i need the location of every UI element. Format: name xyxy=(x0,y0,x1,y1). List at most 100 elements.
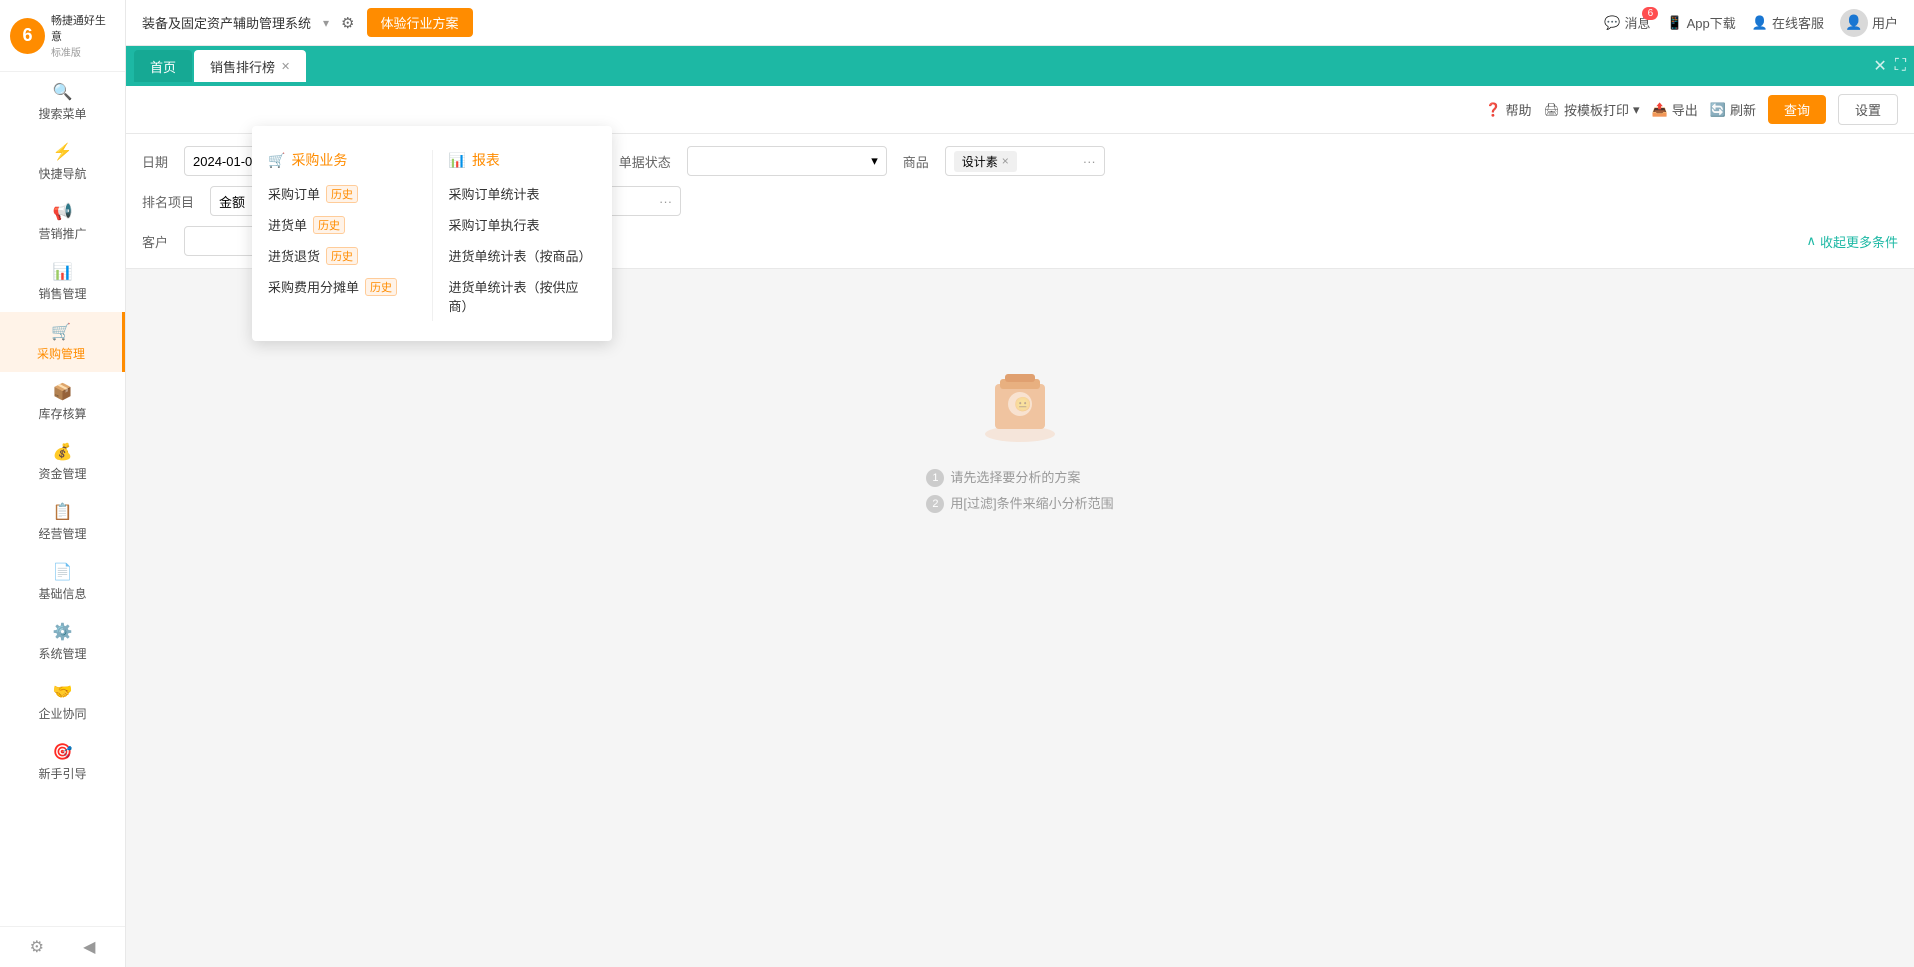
user-avatar: 👤 xyxy=(1840,9,1868,37)
purchase-expense-item[interactable]: 采购费用分摊单 历史 xyxy=(268,271,416,302)
export-button[interactable]: 📤 导出 xyxy=(1652,100,1698,119)
logo-text: 畅捷通好生意 标准版 xyxy=(51,12,115,59)
sidebar-item-marketing[interactable]: 📢 营销推广 xyxy=(0,192,125,252)
purchase-expense-history-badge: 历史 xyxy=(365,278,397,296)
topbar-right: 💬 消息 6 📱 App下载 👤 在线客服 👤 用户 xyxy=(1604,9,1898,37)
empty-step-1: 1 请先选择要分析的方案 xyxy=(926,465,1113,491)
operations-icon: 📋 xyxy=(53,502,73,522)
settings-form-button[interactable]: 设置 xyxy=(1838,94,1898,125)
goods-tag: 设计素 × xyxy=(954,151,1017,172)
goods-tag-close[interactable]: × xyxy=(1002,154,1009,168)
collapse-icon: ∧ xyxy=(1806,233,1816,249)
rank-label: 排名项目 xyxy=(142,192,194,211)
purchase-menu-icon: 🛒 xyxy=(268,152,285,169)
logo-icon: 6 xyxy=(10,18,45,54)
inventory-icon: 📦 xyxy=(53,382,73,402)
system-icon: ⚙️ xyxy=(53,622,73,642)
mobile-icon: 📱 xyxy=(1666,15,1682,31)
purchase-menu-section: 🛒 采购业务 采购订单 历史 进货单 历史 xyxy=(268,150,416,321)
tab-home[interactable]: 首页 xyxy=(134,50,192,82)
sidebar-item-purchase[interactable]: 🛒 采购管理 xyxy=(0,312,125,372)
purchase-order-stats-item[interactable]: 采购订单统计表 xyxy=(449,178,597,209)
sidebar-item-operations[interactable]: 📋 经营管理 xyxy=(0,492,125,552)
tab-sales-rank-close[interactable]: ✕ xyxy=(281,60,290,73)
goods-select[interactable]: 设计素 × ··· xyxy=(945,146,1105,176)
sidebar-item-search[interactable]: 🔍 搜索菜单 xyxy=(0,72,125,132)
print-button[interactable]: 🖨 按模板打印 ▾ xyxy=(1544,100,1640,119)
system-title: 装备及固定资产辅助管理系统 xyxy=(142,13,311,32)
purchase-menu-items: 采购订单 历史 进货单 历史 进货退货 历史 xyxy=(268,178,416,302)
doc-status-label: 单据状态 xyxy=(619,152,671,171)
report-menu-section: 📊 报表 采购订单统计表 采购订单执行表 进货单统计表（按商品） xyxy=(449,150,597,321)
stock-in-item[interactable]: 进货单 历史 xyxy=(268,209,416,240)
stock-in-stats-supplier-item[interactable]: 进货单统计表（按供应商） xyxy=(449,271,597,321)
refresh-button[interactable]: 🔄 刷新 xyxy=(1710,100,1756,119)
top-bar: 装备及固定资产辅助管理系统 ▾ ⚙ 体验行业方案 💬 消息 6 📱 App下载 … xyxy=(126,0,1914,46)
stock-in-stats-goods-item[interactable]: 进货单统计表（按商品） xyxy=(449,240,597,271)
logo: 6 畅捷通好生意 标准版 xyxy=(0,0,125,72)
quick-nav-icon: ⚡ xyxy=(53,142,73,162)
app-download-button[interactable]: 📱 App下载 xyxy=(1666,13,1735,32)
empty-text: 1 请先选择要分析的方案 2 用[过滤]条件来缩小分析范围 xyxy=(926,465,1113,517)
settings-button[interactable]: ⚙ xyxy=(30,937,44,957)
tab-close-all-icon[interactable]: ✕ xyxy=(1873,56,1886,76)
collapse-sidebar-button[interactable]: ◀ xyxy=(83,937,95,957)
customer-label: 客户 xyxy=(142,232,168,251)
tab-sales-rank[interactable]: 销售排行榜 ✕ xyxy=(194,50,306,82)
topbar-gear-icon[interactable]: ⚙ xyxy=(341,14,354,32)
industry-button[interactable]: 体验行业方案 xyxy=(367,8,473,37)
refresh-icon: 🔄 xyxy=(1710,102,1726,118)
base-info-icon: 📄 xyxy=(53,562,73,582)
sidebar-bottom: ⚙ ◀ xyxy=(0,926,125,967)
message-icon: 💬 xyxy=(1604,15,1620,31)
doc-status-chevron-icon: ▾ xyxy=(871,153,878,169)
sidebar-item-inventory[interactable]: 📦 库存核算 xyxy=(0,372,125,432)
purchase-order-exec-item[interactable]: 采购订单执行表 xyxy=(449,209,597,240)
export-icon: 📤 xyxy=(1652,102,1668,118)
sidebar-item-finance[interactable]: 💰 资金管理 xyxy=(0,432,125,492)
rank-value: 金额 xyxy=(219,192,245,211)
sidebar-item-sales[interactable]: 📊 销售管理 xyxy=(0,252,125,312)
doc-status-select[interactable]: ▾ xyxy=(687,146,887,176)
sidebar-item-quick-nav[interactable]: ⚡ 快捷导航 xyxy=(0,132,125,192)
sales-icon: 📊 xyxy=(53,262,73,282)
purchase-section-title: 🛒 采购业务 xyxy=(268,150,416,170)
tab-maximize-icon[interactable]: ⛶ xyxy=(1895,57,1906,75)
help-button[interactable]: ❓ 帮助 xyxy=(1485,100,1531,119)
purchase-order-history-badge: 历史 xyxy=(326,185,358,203)
date-label: 日期 xyxy=(142,152,168,171)
empty-illustration: 😐 xyxy=(970,349,1070,449)
sidebar-nav: 🔍 搜索菜单 ⚡ 快捷导航 📢 营销推广 📊 销售管理 🛒 采购管理 📦 xyxy=(0,72,125,926)
empty-step-2: 2 用[过滤]条件来缩小分析范围 xyxy=(926,491,1113,517)
sidebar: 6 畅捷通好生意 标准版 🔍 搜索菜单 ⚡ 快捷导航 📢 营销推广 📊 销 xyxy=(0,0,126,967)
marketing-icon: 📢 xyxy=(53,202,73,222)
report-section-title: 📊 报表 xyxy=(449,150,597,170)
query-button[interactable]: 查询 xyxy=(1768,95,1826,124)
message-badge: 6 xyxy=(1642,7,1658,20)
salesperson-more-icon: ··· xyxy=(659,194,672,209)
message-button[interactable]: 💬 消息 6 xyxy=(1604,13,1650,32)
topbar-chevron-icon[interactable]: ▾ xyxy=(323,16,329,30)
print-icon: 🖨 xyxy=(1544,102,1561,118)
service-icon: 👤 xyxy=(1752,15,1768,31)
stock-return-item[interactable]: 进货退货 历史 xyxy=(268,240,416,271)
finance-icon: 💰 xyxy=(53,442,73,462)
report-menu-items: 采购订单统计表 采购订单执行表 进货单统计表（按商品） 进货单统计表（按供应商） xyxy=(449,178,597,321)
sidebar-item-enterprise[interactable]: 🤝 企业协同 xyxy=(0,672,125,732)
purchase-order-item[interactable]: 采购订单 历史 xyxy=(268,178,416,209)
sidebar-item-base-info[interactable]: 📄 基础信息 xyxy=(0,552,125,612)
stock-in-history-badge: 历史 xyxy=(313,216,345,234)
main-content: 装备及固定资产辅助管理系统 ▾ ⚙ 体验行业方案 💬 消息 6 📱 App下载 … xyxy=(126,0,1914,967)
tab-bar: 首页 销售排行榜 ✕ ✕ ⛶ xyxy=(126,46,1914,86)
online-service-button[interactable]: 👤 在线客服 xyxy=(1752,13,1824,32)
goods-label: 商品 xyxy=(903,152,929,171)
print-chevron-icon: ▾ xyxy=(1633,102,1640,118)
collapse-filter-button[interactable]: ∧ 收起更多条件 xyxy=(1806,232,1898,251)
purchase-icon: 🛒 xyxy=(51,322,71,342)
sidebar-item-system[interactable]: ⚙️ 系统管理 xyxy=(0,612,125,672)
page-content: ❓ 帮助 🖨 按模板打印 ▾ 📤 导出 🔄 刷新 查询 设置 xyxy=(126,86,1914,967)
tab-sales-rank-label: 销售排行榜 xyxy=(210,57,275,76)
user-button[interactable]: 👤 用户 xyxy=(1840,9,1898,37)
sidebar-item-new-guide[interactable]: 🎯 新手引导 xyxy=(0,732,125,792)
new-guide-icon: 🎯 xyxy=(53,742,73,762)
